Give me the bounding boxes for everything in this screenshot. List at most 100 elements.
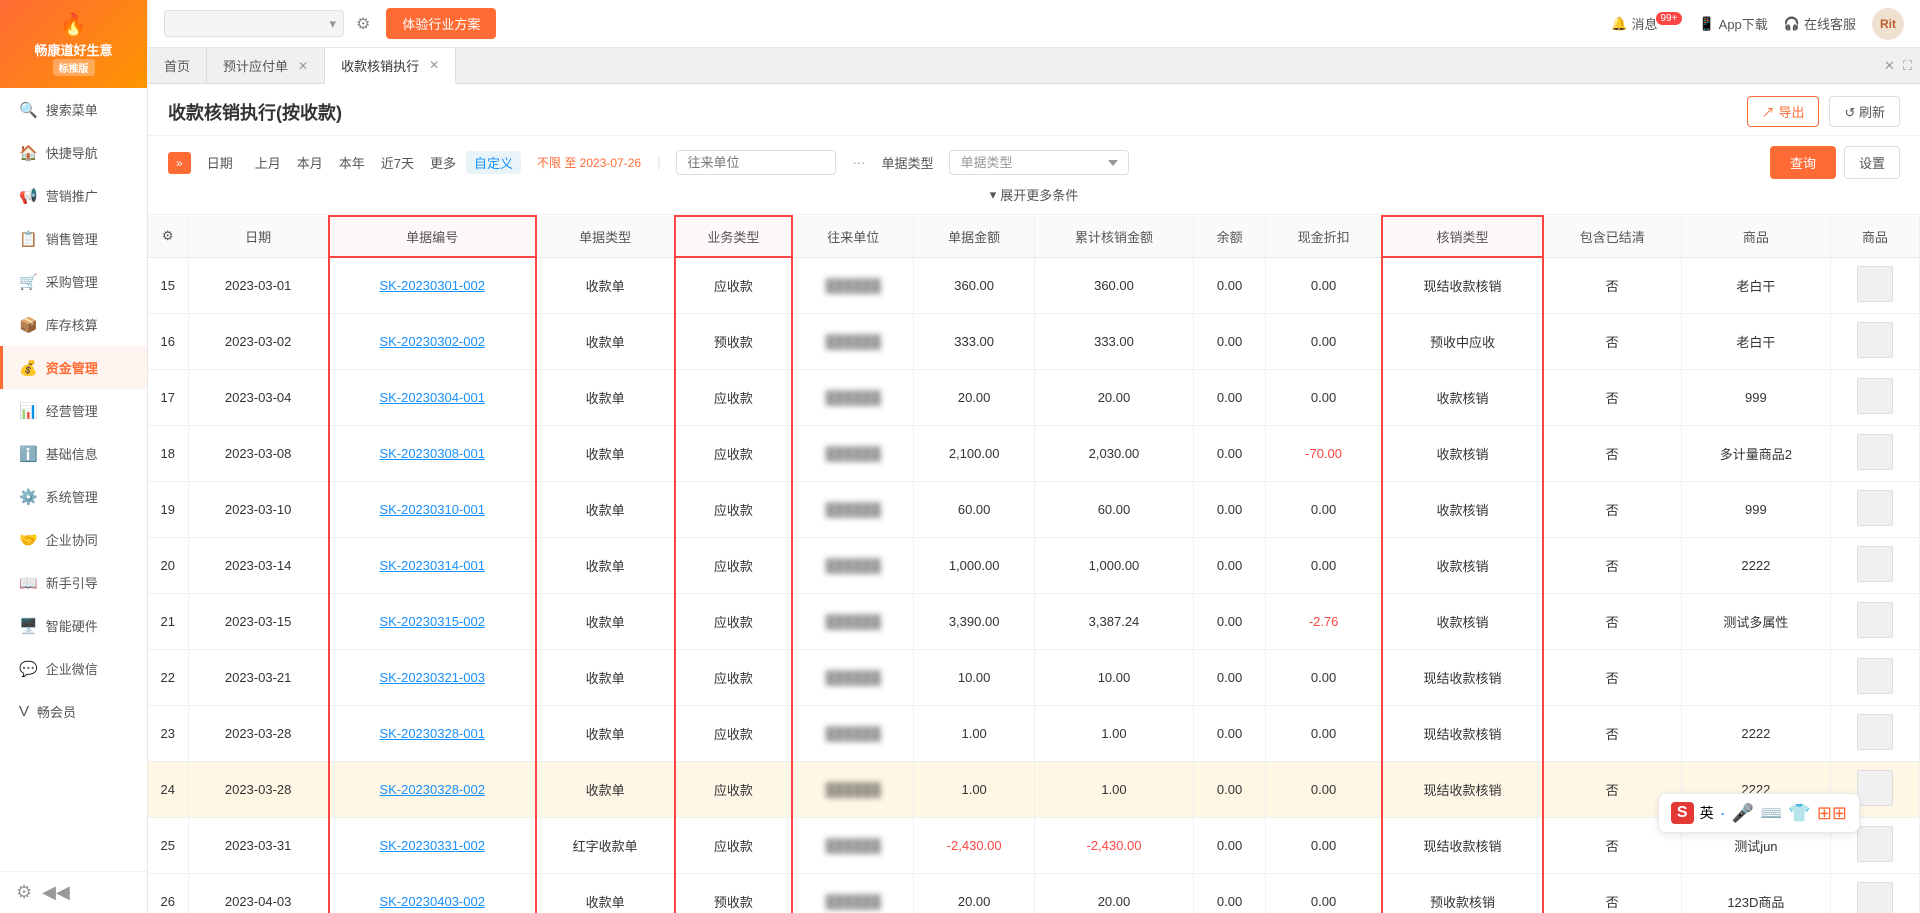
menu-icon-corp: 🤝 (19, 531, 38, 549)
cell-biz-type: 应收款 (675, 705, 792, 761)
cell-order-no[interactable]: SK-20230301-002 (329, 257, 536, 313)
refresh-button[interactable]: ↺ 刷新 (1829, 96, 1900, 127)
sidebar-item-finance[interactable]: 💰资金管理 (0, 346, 147, 389)
tab-receipt-close-icon[interactable]: ✕ (429, 58, 439, 72)
table-row[interactable]: 20 2023-03-14 SK-20230314-001 收款单 应收款 ██… (148, 537, 1920, 593)
sidebar-item-marketing[interactable]: 📢营销推广 (0, 174, 147, 217)
cell-amount: -2,430.00 (914, 817, 1035, 873)
tab-payable[interactable]: 预计应付单 ✕ (207, 48, 325, 83)
type-filter-select[interactable]: 单据类型 (949, 150, 1129, 175)
export-button[interactable]: ↗ 导出 (1747, 96, 1820, 127)
sidebar-item-hardware[interactable]: 🖥️智能硬件 (0, 604, 147, 647)
sidebar-item-search[interactable]: 🔍搜索菜单 (0, 88, 147, 131)
cell-order-no[interactable]: SK-20230321-003 (329, 649, 536, 705)
gear-icon[interactable]: ⚙ (356, 14, 370, 34)
user-avatar[interactable]: Rit (1872, 8, 1904, 40)
query-button[interactable]: 查询 (1770, 146, 1836, 179)
tab-home[interactable]: 首页 (148, 48, 207, 83)
sidebar-item-guide[interactable]: 📖新手引导 (0, 561, 147, 604)
grid-icon[interactable]: ⊞⊞ (1817, 803, 1847, 824)
filter-toggle-button[interactable]: » (168, 152, 191, 174)
cell-order-no[interactable]: SK-20230403-002 (329, 873, 536, 913)
filter-ellipsis[interactable]: ··· (852, 155, 865, 170)
date-opt-7days[interactable]: 近7天 (375, 151, 420, 174)
industry-solution-button[interactable]: 体验行业方案 (386, 8, 496, 39)
table-row[interactable]: 16 2023-03-02 SK-20230302-002 收款单 预收款 ██… (148, 313, 1920, 369)
notification-item[interactable]: 🔔 消息 99+ (1611, 14, 1682, 33)
cell-settled: 否 (1543, 649, 1681, 705)
sidebar-item-ops[interactable]: 📊经营管理 (0, 389, 147, 432)
notification-badge: 99+ (1656, 12, 1683, 25)
menu-label-purchase: 采购管理 (46, 272, 98, 291)
expand-window-icon[interactable]: ⛶ (1903, 58, 1912, 74)
expand-filter-button[interactable]: ▾ 展开更多条件 (990, 185, 1079, 204)
cell-goods: 老白干 (1681, 257, 1830, 313)
sidebar-item-system[interactable]: ⚙️系统管理 (0, 475, 147, 518)
tab-payable-close-icon[interactable]: ✕ (298, 59, 308, 73)
cell-discount: 0.00 (1266, 705, 1382, 761)
table-row[interactable]: 22 2023-03-21 SK-20230321-003 收款单 应收款 ██… (148, 649, 1920, 705)
sidebar-item-wechat[interactable]: 💬企业微信 (0, 647, 147, 690)
cell-order-no[interactable]: SK-20230314-001 (329, 537, 536, 593)
date-opt-last-month[interactable]: 上月 (249, 151, 287, 174)
goods-thumbnail (1857, 546, 1893, 582)
col-settings[interactable]: ⚙ (148, 216, 188, 257)
collapse-icon[interactable]: ◀◀ (42, 882, 70, 903)
date-filter-label: 日期 (207, 153, 233, 172)
sidebar-item-sales[interactable]: 📋销售管理 (0, 217, 147, 260)
cell-order-no[interactable]: SK-20230304-001 (329, 369, 536, 425)
tab-receipt[interactable]: 收款核销执行 ✕ (325, 48, 456, 84)
sidebar-item-quicknav[interactable]: 🏠快捷导航 (0, 131, 147, 174)
cell-goods: 999 (1681, 481, 1830, 537)
table-row[interactable]: 21 2023-03-15 SK-20230315-002 收款单 应收款 ██… (148, 593, 1920, 649)
cell-order-no[interactable]: SK-20230302-002 (329, 313, 536, 369)
keyboard-icon[interactable]: ⌨️ (1760, 803, 1782, 824)
cell-no: 22 (148, 649, 188, 705)
date-opt-more[interactable]: 更多 (424, 151, 462, 174)
table-row[interactable]: 24 2023-03-28 SK-20230328-002 收款单 应收款 ██… (148, 761, 1920, 817)
cell-order-no[interactable]: SK-20230315-002 (329, 593, 536, 649)
cell-discount: 0.00 (1266, 369, 1382, 425)
goods-thumbnail (1857, 322, 1893, 358)
search-input[interactable] (164, 10, 344, 37)
cell-write-type: 预收中应收 (1382, 313, 1543, 369)
table-row[interactable]: 25 2023-03-31 SK-20230331-002 红字收款单 应收款 … (148, 817, 1920, 873)
cell-order-no[interactable]: SK-20230308-001 (329, 425, 536, 481)
cell-biz-type: 应收款 (675, 649, 792, 705)
app-download-item[interactable]: 📱 App下载 (1698, 14, 1767, 33)
cell-order-no[interactable]: SK-20230328-001 (329, 705, 536, 761)
table-row[interactable]: 17 2023-03-04 SK-20230304-001 收款单 应收款 ██… (148, 369, 1920, 425)
table-row[interactable]: 19 2023-03-10 SK-20230310-001 收款单 应收款 ██… (148, 481, 1920, 537)
sidebar-item-purchase[interactable]: 🛒采购管理 (0, 260, 147, 303)
settings-bottom-icon[interactable]: ⚙ (16, 882, 32, 903)
date-opt-this-year[interactable]: 本年 (333, 151, 371, 174)
online-service-item[interactable]: 🎧 在线客服 (1784, 14, 1856, 33)
date-opt-this-month[interactable]: 本月 (291, 151, 329, 174)
cell-amount: 60.00 (914, 481, 1035, 537)
sidebar-item-corp[interactable]: 🤝企业协同 (0, 518, 147, 561)
cell-no: 23 (148, 705, 188, 761)
cell-order-no[interactable]: SK-20230328-002 (329, 761, 536, 817)
cell-order-type: 收款单 (536, 873, 675, 913)
cell-writeoff: 10.00 (1034, 649, 1193, 705)
settings-icon[interactable]: ⚙ (162, 228, 174, 243)
close-window-icon[interactable]: ✕ (1884, 58, 1895, 74)
sidebar-item-base[interactable]: ℹ️基础信息 (0, 432, 147, 475)
table-row[interactable]: 23 2023-03-28 SK-20230328-001 收款单 应收款 ██… (148, 705, 1920, 761)
cell-amount: 20.00 (914, 369, 1035, 425)
shirt-icon[interactable]: 👕 (1788, 803, 1810, 824)
cell-order-no[interactable]: SK-20230331-002 (329, 817, 536, 873)
cell-order-no[interactable]: SK-20230310-001 (329, 481, 536, 537)
table-row[interactable]: 15 2023-03-01 SK-20230301-002 收款单 应收款 ██… (148, 257, 1920, 313)
cell-write-type: 收款核销 (1382, 481, 1543, 537)
sidebar-item-inventory[interactable]: 📦库存核算 (0, 303, 147, 346)
headset-icon: 🎧 (1784, 16, 1800, 32)
microphone-icon[interactable]: 🎤 (1732, 803, 1754, 824)
unit-filter-input[interactable] (676, 150, 836, 175)
table-row[interactable]: 26 2023-04-03 SK-20230403-002 收款单 预收款 ██… (148, 873, 1920, 913)
sidebar-item-member[interactable]: V畅会员 (0, 690, 147, 733)
setting-button[interactable]: 设置 (1844, 146, 1900, 179)
date-opt-custom[interactable]: 自定义 (466, 151, 521, 174)
table-row[interactable]: 18 2023-03-08 SK-20230308-001 收款单 应收款 ██… (148, 425, 1920, 481)
table-container[interactable]: ⚙ 日期 单据编号 单据类型 业务类型 往来单位 单据金额 累计核销金额 余额 … (148, 215, 1920, 913)
